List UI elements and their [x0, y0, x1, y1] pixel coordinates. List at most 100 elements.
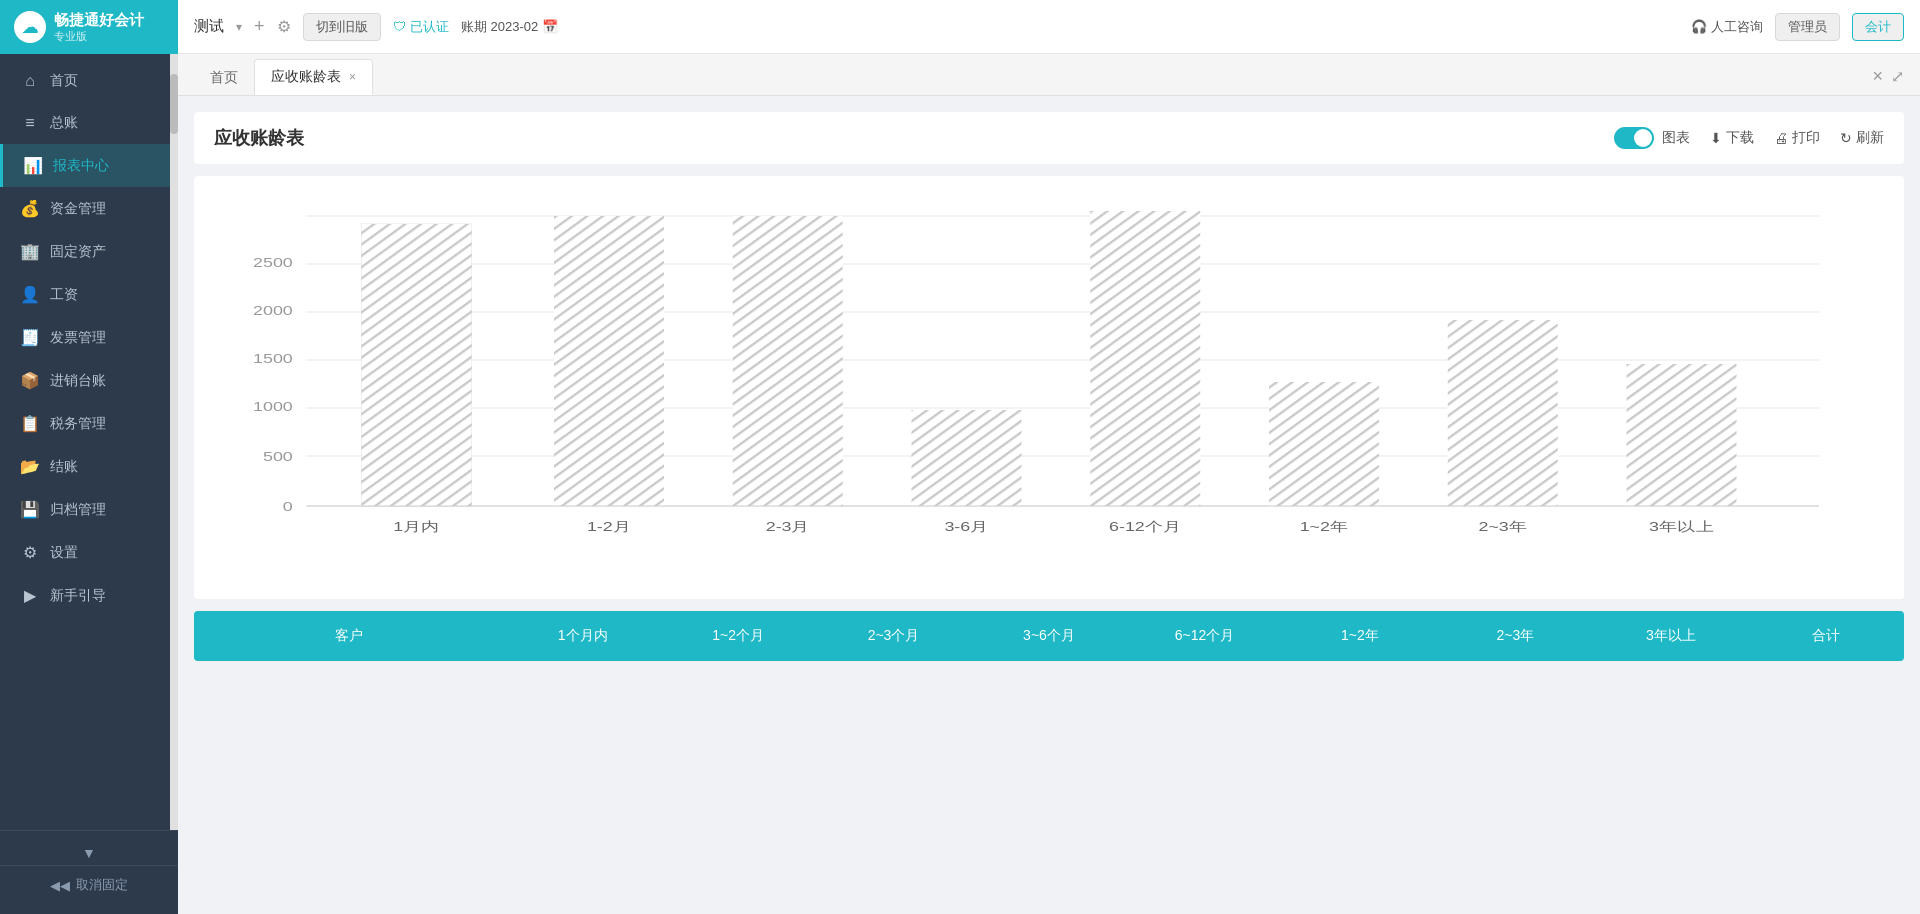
tab-aging[interactable]: 应收账龄表 ×: [254, 59, 373, 95]
col-header-3-6m: 3~6个月: [971, 611, 1126, 661]
svg-rect-21: [1448, 320, 1558, 506]
inventory-icon: 📦: [20, 371, 40, 390]
logo-icon: ☁: [14, 11, 46, 43]
sidebar-item-reports[interactable]: 📊 报表中心: [0, 144, 178, 187]
main-area: 测试 ▾ + ⚙ 切到旧版 🛡 已认证 账期 2023-02 📅 🎧 人工咨询 …: [178, 0, 1920, 914]
toggle-knob: [1634, 129, 1652, 147]
topbar-add-btn[interactable]: +: [254, 16, 265, 37]
sidebar-item-ledger[interactable]: ≡ 总账: [0, 102, 178, 144]
sidebar-item-inventory[interactable]: 📦 进销台账: [0, 359, 178, 402]
svg-text:2-3月: 2-3月: [766, 519, 810, 533]
svg-text:3-6月: 3-6月: [944, 519, 988, 533]
sidebar-label-payroll: 工资: [50, 286, 78, 304]
print-label: 打印: [1792, 129, 1820, 147]
svg-text:0: 0: [283, 499, 293, 513]
sidebar-item-invoice[interactable]: 🧾 发票管理: [0, 316, 178, 359]
period-calendar-icon[interactable]: 📅: [542, 19, 558, 34]
content-area: 应收账龄表 图表 ⬇ 下载 🖨 打印 ↻ 刷新: [178, 96, 1920, 914]
window-expand-btn[interactable]: ⤢: [1891, 67, 1904, 86]
svg-rect-20: [1269, 382, 1379, 506]
svg-text:1~2年: 1~2年: [1300, 519, 1349, 533]
col-header-1-2m: 1~2个月: [660, 611, 815, 661]
tab-close-icon[interactable]: ×: [349, 70, 356, 84]
bar-chart: 0 500 1000 1500 2000 2500: [224, 196, 1874, 576]
svg-rect-16: [554, 216, 664, 506]
sidebar-item-payroll[interactable]: 👤 工资: [0, 273, 178, 316]
col-header-6-12m: 6~12个月: [1127, 611, 1282, 661]
print-btn[interactable]: 🖨 打印: [1774, 129, 1820, 147]
page-actions: 图表 ⬇ 下载 🖨 打印 ↻ 刷新: [1614, 127, 1884, 149]
sidebar-scroll: ⌂ 首页 ≡ 总账 📊 报表中心 💰 资金管理 🏢 固定资产 👤 工资: [0, 54, 178, 830]
sidebar-item-archive[interactable]: 💾 归档管理: [0, 488, 178, 531]
refresh-icon: ↻: [1840, 130, 1852, 146]
topbar-dropdown-btn[interactable]: ▾: [236, 20, 242, 34]
topbar-project: 测试: [194, 17, 224, 36]
svg-text:2500: 2500: [253, 255, 293, 269]
col-header-total: 合计: [1749, 611, 1904, 661]
col-header-customer: 客户: [194, 611, 505, 661]
sidebar-label-home: 首页: [50, 72, 78, 90]
page-title: 应收账龄表: [214, 126, 304, 150]
sidebar-item-home[interactable]: ⌂ 首页: [0, 60, 178, 102]
topbar-manager-btn[interactable]: 管理员: [1775, 13, 1840, 41]
download-btn[interactable]: ⬇ 下载: [1710, 129, 1754, 147]
refresh-btn[interactable]: ↻ 刷新: [1840, 129, 1884, 147]
table-header: 客户 1个月内 1~2个月 2~3个月 3~6个月 6~12个月 1~2年 2~…: [194, 611, 1904, 661]
svg-text:6-12个月: 6-12个月: [1109, 519, 1181, 533]
topbar-old-version-btn[interactable]: 切到旧版: [303, 13, 381, 41]
svg-rect-17: [733, 216, 843, 506]
svg-text:3年以上: 3年以上: [1649, 519, 1714, 533]
chart-toggle-btn[interactable]: [1614, 127, 1654, 149]
sidebar-nav: ⌂ 首页 ≡ 总账 📊 报表中心 💰 资金管理 🏢 固定资产 👤 工资: [0, 54, 178, 623]
sidebar-label-inventory: 进销台账: [50, 372, 106, 390]
payroll-icon: 👤: [20, 285, 40, 304]
tab-home-label: 首页: [210, 69, 238, 87]
cancel-fixed-btn[interactable]: ◀◀ 取消固定: [0, 865, 178, 904]
sidebar-item-settings[interactable]: ⚙ 设置: [0, 531, 178, 574]
sidebar-label-settings: 设置: [50, 544, 78, 562]
svg-rect-22: [1627, 364, 1737, 506]
svg-text:2000: 2000: [253, 303, 293, 317]
invoice-icon: 🧾: [20, 328, 40, 347]
archive-icon: 💾: [20, 500, 40, 519]
refresh-label: 刷新: [1856, 129, 1884, 147]
toggle-label-text: 图表: [1662, 129, 1690, 147]
sidebar-item-funds[interactable]: 💰 资金管理: [0, 187, 178, 230]
topbar: 测试 ▾ + ⚙ 切到旧版 🛡 已认证 账期 2023-02 📅 🎧 人工咨询 …: [178, 0, 1920, 54]
sidebar-item-tax[interactable]: 📋 税务管理: [0, 402, 178, 445]
app-logo: ☁ 畅捷通好会计 专业版: [0, 0, 178, 54]
tabbar: 首页 应收账龄表 × × ⤢: [178, 54, 1920, 96]
topbar-gear-btn[interactable]: ⚙: [277, 17, 291, 36]
sidebar-item-assets[interactable]: 🏢 固定资产: [0, 230, 178, 273]
window-close-btn[interactable]: ×: [1872, 66, 1883, 87]
col-header-2-3y: 2~3年: [1438, 611, 1593, 661]
svg-text:1500: 1500: [253, 351, 293, 365]
sidebar-label-reports: 报表中心: [53, 157, 109, 175]
sidebar-label-tax: 税务管理: [50, 415, 106, 433]
tab-home[interactable]: 首页: [194, 61, 254, 95]
logo-text: 畅捷通好会计: [54, 11, 144, 29]
topbar-consult-btn[interactable]: 🎧 人工咨询: [1691, 18, 1763, 36]
svg-rect-15: [362, 224, 472, 506]
svg-text:500: 500: [263, 449, 293, 463]
scroll-down-arrow[interactable]: ▼: [82, 845, 96, 861]
topbar-accountant-btn[interactable]: 会计: [1852, 13, 1904, 41]
cancel-fixed-label: 取消固定: [76, 876, 128, 894]
verified-shield-icon: 🛡: [393, 19, 406, 34]
guide-icon: ▶: [20, 586, 40, 605]
consult-label: 人工咨询: [1711, 18, 1763, 36]
col-header-1m: 1个月内: [505, 611, 660, 661]
chart-container: 0 500 1000 1500 2000 2500: [194, 176, 1904, 599]
sidebar: ☁ 畅捷通好会计 专业版 ⌂ 首页 ≡ 总账 📊 报表中心 �: [0, 0, 178, 914]
col-header-2-3m: 2~3个月: [816, 611, 971, 661]
svg-rect-19: [1090, 211, 1200, 506]
svg-text:1-2月: 1-2月: [587, 519, 631, 533]
sidebar-item-guide[interactable]: ▶ 新手引导: [0, 574, 178, 617]
download-label: 下载: [1726, 129, 1754, 147]
sidebar-label-funds: 资金管理: [50, 200, 106, 218]
sidebar-bottom: ▼ ◀◀ 取消固定: [0, 830, 178, 914]
sidebar-label-guide: 新手引导: [50, 587, 106, 605]
reports-icon: 📊: [23, 156, 43, 175]
ledger-icon: ≡: [20, 114, 40, 132]
sidebar-item-closing[interactable]: 📂 结账: [0, 445, 178, 488]
